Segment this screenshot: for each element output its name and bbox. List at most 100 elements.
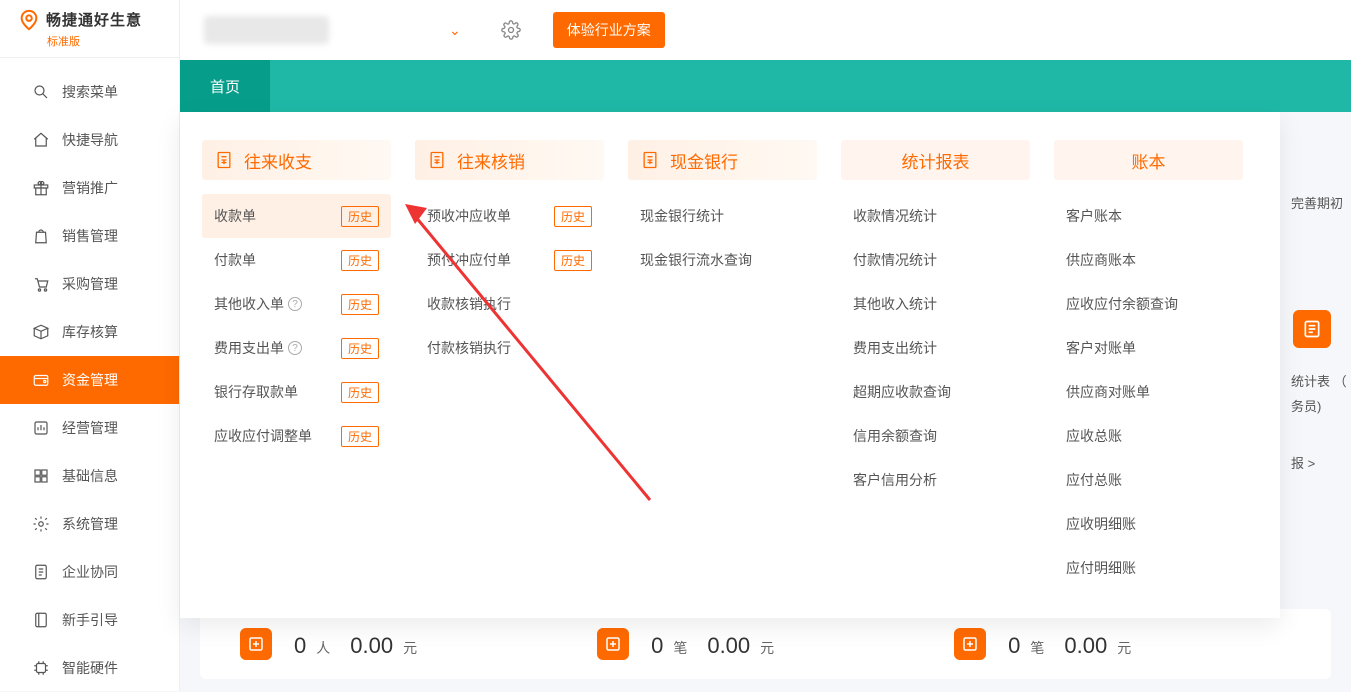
- column-title: 统计报表: [902, 148, 970, 173]
- sidebar: 畅捷通好生意 标准版 搜索菜单 快捷导航 营销推广 销售管理 采购管理 库存核算…: [0, 0, 180, 691]
- stat-amount-unit: 元: [760, 638, 774, 658]
- menu-item[interactable]: 供应商对账单: [1054, 370, 1243, 414]
- right-peek: 完善期初: [1291, 192, 1351, 265]
- sidebar-item-label: 搜索菜单: [62, 82, 118, 102]
- stat-icon: [597, 628, 629, 660]
- menu-item[interactable]: 付款单 历史: [202, 238, 391, 282]
- sidebar-item-label: 采购管理: [62, 274, 118, 294]
- history-tag[interactable]: 历史: [554, 206, 592, 227]
- menu-item[interactable]: 费用支出统计: [841, 326, 1030, 370]
- menu-item[interactable]: 收款情况统计: [841, 194, 1030, 238]
- right-peek: 报 >: [1291, 452, 1351, 525]
- menu-item[interactable]: 供应商账本: [1054, 238, 1243, 282]
- sidebar-item-chart[interactable]: 经营管理: [0, 404, 179, 452]
- menu-item-label: 付款单: [214, 250, 256, 270]
- menu-item[interactable]: 付款核销执行: [415, 326, 604, 370]
- history-tag[interactable]: 历史: [341, 250, 379, 271]
- sidebar-item-bag[interactable]: 销售管理: [0, 212, 179, 260]
- chip-icon: [32, 659, 50, 677]
- sidebar-item-book[interactable]: 新手引导: [0, 596, 179, 644]
- gear-icon: [32, 515, 50, 533]
- menu-item[interactable]: 应收应付余额查询: [1054, 282, 1243, 326]
- menu-item[interactable]: 费用支出单?历史: [202, 326, 391, 370]
- stat-block: 0笔 0.00元: [954, 628, 1131, 660]
- history-tag[interactable]: 历史: [341, 294, 379, 315]
- menu-item[interactable]: 超期应收款查询: [841, 370, 1030, 414]
- menu-item-label: 付款情况统计: [853, 250, 937, 270]
- menu-item-label: 供应商账本: [1066, 250, 1136, 270]
- menu-item[interactable]: 应付明细账: [1054, 546, 1243, 590]
- sidebar-item-wallet[interactable]: 资金管理: [0, 356, 179, 404]
- menu-item-label: 现金银行流水查询: [640, 250, 752, 270]
- bill-icon: [640, 150, 660, 170]
- column-title: 现金银行: [670, 148, 738, 173]
- history-tag[interactable]: 历史: [341, 426, 379, 447]
- menu-item[interactable]: 收款单 历史: [202, 194, 391, 238]
- history-tag[interactable]: 历史: [341, 382, 379, 403]
- org-name-blurred: [204, 16, 329, 44]
- menu-item-label: 其他收入统计: [853, 294, 937, 314]
- gift-icon: [32, 179, 50, 197]
- menu-item[interactable]: 客户信用分析: [841, 458, 1030, 502]
- sidebar-item-chip[interactable]: 智能硬件: [0, 644, 179, 692]
- column-header: 统计报表: [841, 140, 1030, 180]
- menu-item[interactable]: 客户账本: [1054, 194, 1243, 238]
- menu-item[interactable]: 现金银行统计: [628, 194, 817, 238]
- menu-item[interactable]: 应收应付调整单历史: [202, 414, 391, 458]
- chevron-down-icon[interactable]: ⌄: [449, 22, 461, 39]
- bill-icon: [214, 150, 234, 170]
- stat-unit: 笔: [1030, 638, 1044, 658]
- sidebar-item-label: 基础信息: [62, 466, 118, 486]
- bill-icon: [427, 150, 447, 170]
- help-icon[interactable]: ?: [288, 341, 302, 355]
- sidebar-item-gift[interactable]: 营销推广: [0, 164, 179, 212]
- menu-item[interactable]: 预付冲应付单历史: [415, 238, 604, 282]
- menu-item-label: 客户账本: [1066, 206, 1122, 226]
- menu-item[interactable]: 银行存取款单历史: [202, 370, 391, 414]
- chart-icon: [32, 419, 50, 437]
- menu-item[interactable]: 应收明细账: [1054, 502, 1243, 546]
- sidebar-item-label: 新手引导: [62, 610, 118, 630]
- home-icon: [32, 131, 50, 149]
- history-tag[interactable]: 历史: [554, 250, 592, 271]
- menu-item[interactable]: 其他收入单?历史: [202, 282, 391, 326]
- stat-icon: [240, 628, 272, 660]
- brand-logo: 畅捷通好生意: [18, 9, 179, 31]
- menu-item[interactable]: 信用余额查询: [841, 414, 1030, 458]
- search-icon: [32, 83, 50, 101]
- sidebar-item-label: 资金管理: [62, 370, 118, 390]
- sidebar-item-search[interactable]: 搜索菜单: [0, 68, 179, 116]
- sidebar-item-box[interactable]: 库存核算: [0, 308, 179, 356]
- history-tag[interactable]: 历史: [341, 338, 379, 359]
- history-tag[interactable]: 历史: [341, 206, 379, 227]
- menu-column: 统计报表收款情况统计付款情况统计其他收入统计费用支出统计超期应收款查询信用余额查…: [829, 140, 1042, 590]
- menu-item[interactable]: 收款核销执行: [415, 282, 604, 326]
- menu-item-label: 收款单: [214, 206, 256, 226]
- menu-item[interactable]: 付款情况统计: [841, 238, 1030, 282]
- menu-item[interactable]: 应收总账: [1054, 414, 1243, 458]
- float-report-icon[interactable]: [1293, 310, 1331, 348]
- cta-button[interactable]: 体验行业方案: [553, 12, 665, 48]
- sidebar-item-grid[interactable]: 基础信息: [0, 452, 179, 500]
- menu-item[interactable]: 客户对账单: [1054, 326, 1243, 370]
- sidebar-item-home[interactable]: 快捷导航: [0, 116, 179, 164]
- help-icon[interactable]: ?: [288, 297, 302, 311]
- sidebar-item-gear[interactable]: 系统管理: [0, 500, 179, 548]
- menu-item[interactable]: 预收冲应收单 历史: [415, 194, 604, 238]
- sidebar-item-doc[interactable]: 企业协同: [0, 548, 179, 596]
- stat-number: 0: [294, 633, 306, 659]
- menu-item-label: 预收冲应收单: [427, 206, 511, 226]
- menu-item-label: 收款核销执行: [427, 294, 511, 314]
- stat-amount: 0.00: [1064, 633, 1107, 659]
- tab-home[interactable]: 首页: [180, 60, 270, 112]
- menu-item[interactable]: 现金银行流水查询: [628, 238, 817, 282]
- menu-item[interactable]: 其他收入统计: [841, 282, 1030, 326]
- mega-menu: 往来收支收款单历史付款单历史其他收入单?历史费用支出单?历史银行存取款单历史应收…: [180, 112, 1280, 618]
- bag-icon: [32, 227, 50, 245]
- tab-strip: 首页: [180, 60, 1351, 112]
- gear-icon[interactable]: [501, 20, 521, 40]
- sidebar-item-label: 经营管理: [62, 418, 118, 438]
- menu-column: 账本客户账本供应商账本应收应付余额查询客户对账单供应商对账单应收总账应付总账应收…: [1042, 140, 1255, 590]
- menu-item[interactable]: 应付总账: [1054, 458, 1243, 502]
- sidebar-item-cart[interactable]: 采购管理: [0, 260, 179, 308]
